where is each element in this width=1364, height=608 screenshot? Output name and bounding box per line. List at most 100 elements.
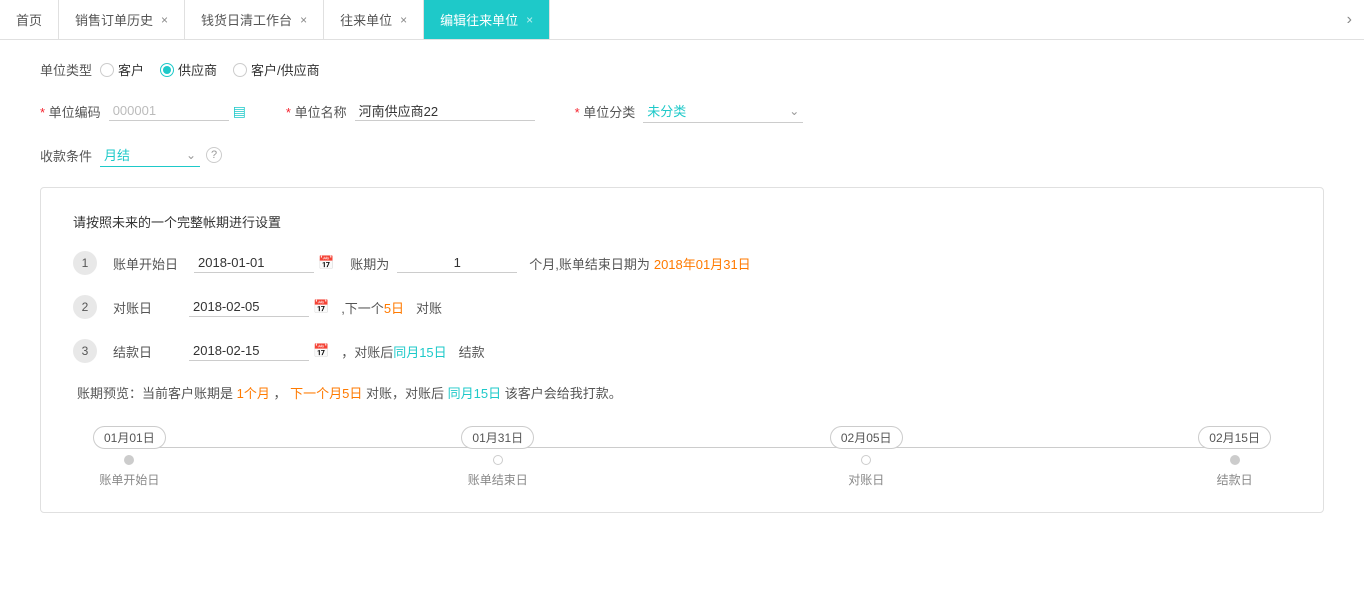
- timeline-sub-4: 结款日: [1217, 471, 1253, 488]
- row-2-prefix: ,下一个: [341, 298, 384, 317]
- payment-date-input[interactable]: [189, 341, 309, 361]
- timeline-badge-4: 02月15日: [1198, 426, 1271, 449]
- timeline-point-4: 02月15日 结款日: [1198, 426, 1271, 488]
- row-3-highlight: 同月15日: [393, 342, 446, 361]
- row-num-2: 2: [73, 295, 97, 319]
- row-label-2: 对账日: [113, 298, 173, 317]
- unit-name-label: 单位名称: [286, 102, 347, 121]
- radio-customer-label: 客户: [118, 60, 144, 79]
- preview-suffix: 该客户会给我打款。: [505, 386, 622, 401]
- row-1-end-date: 2018年01月31日: [654, 254, 751, 273]
- unit-category-group: 单位分类 未分类 ⌄: [575, 99, 804, 123]
- timeline-dot-1: [124, 455, 134, 465]
- timeline-point-2: 01月31日 账单结束日: [461, 426, 534, 488]
- row-num-3: 3: [73, 339, 97, 363]
- setting-row-1: 1 账单开始日 📅 账期为 个月,账单结束日期为 2018年01月31日: [73, 251, 1291, 275]
- row-3-prefix: ，对账后: [341, 342, 393, 361]
- radio-customer-circle: [100, 63, 114, 77]
- tab-sales-history-close[interactable]: ×: [161, 13, 168, 27]
- reconcile-date-calendar-icon[interactable]: 📅: [313, 299, 329, 315]
- row-1-mid-label: 账期为: [350, 254, 389, 273]
- tab-more-button[interactable]: ›: [1335, 11, 1364, 29]
- unit-code-label: 单位编码: [40, 102, 101, 121]
- row-2-suffix: 对账: [416, 298, 442, 317]
- payment-terms-row: 收款条件 月结 ⌄ ?: [40, 143, 1324, 167]
- radio-both-label: 客户/供应商: [251, 60, 320, 79]
- radio-supplier-label: 供应商: [178, 60, 217, 79]
- content-area: 单位类型 客户 供应商 客户/供应商 单位编码 ▤ 单位名称: [0, 40, 1364, 608]
- payment-terms-label: 收款条件: [40, 146, 92, 165]
- unit-category-select[interactable]: 未分类 ⌄: [643, 99, 803, 123]
- preview-part1: 1个月: [237, 386, 270, 401]
- tab-partners-close[interactable]: ×: [400, 13, 407, 27]
- timeline-sub-2: 账单结束日: [468, 471, 528, 488]
- row-label-1: 账单开始日: [113, 254, 178, 273]
- unit-fields-row: 单位编码 ▤ 单位名称 单位分类 未分类 ⌄: [40, 99, 1324, 123]
- tab-sales-history-label: 销售订单历史: [75, 10, 153, 29]
- tab-sales-history[interactable]: 销售订单历史 ×: [59, 0, 185, 39]
- unit-type-label: 单位类型: [40, 60, 92, 79]
- tab-edit-partner-label: 编辑往来单位: [440, 10, 518, 29]
- reconcile-date-input[interactable]: [189, 297, 309, 317]
- timeline-line: [113, 447, 1251, 448]
- row-3-suffix: 结款: [459, 342, 485, 361]
- tab-edit-partner[interactable]: 编辑往来单位 ×: [424, 0, 550, 39]
- start-date-input[interactable]: [194, 253, 314, 273]
- settings-box: 请按照未来的一个完整帐期进行设置 1 账单开始日 📅 账期为 个月,账单结束日期…: [40, 187, 1324, 513]
- timeline-point-1: 01月01日 账单开始日: [93, 426, 166, 488]
- tab-home-label: 首页: [16, 10, 42, 29]
- setting-row-2: 2 对账日 📅 ,下一个 5日 对账: [73, 295, 1291, 319]
- tab-cash-reconcile-label: 钱货日清工作台: [201, 10, 292, 29]
- start-date-calendar-icon[interactable]: 📅: [318, 255, 334, 271]
- row-num-1: 1: [73, 251, 97, 275]
- row-1-desc: 个月,账单结束日期为: [529, 254, 650, 273]
- unit-name-input[interactable]: [355, 101, 535, 121]
- timeline-badge-2: 01月31日: [461, 426, 534, 449]
- unit-category-value: 未分类: [647, 101, 789, 120]
- tab-partners[interactable]: 往来单位 ×: [324, 0, 424, 39]
- payment-terms-select[interactable]: 月结 ⌄: [100, 143, 200, 167]
- radio-supplier[interactable]: 供应商: [160, 60, 217, 79]
- preview-mid: 对账，对账后: [366, 386, 444, 401]
- tab-edit-partner-close[interactable]: ×: [526, 13, 533, 27]
- timeline-badge-1: 01月01日: [93, 426, 166, 449]
- payment-terms-value: 月结: [104, 145, 186, 164]
- radio-customer[interactable]: 客户: [100, 60, 144, 79]
- preview-comma: ，: [274, 386, 287, 401]
- unit-name-group: 单位名称: [286, 101, 535, 121]
- radio-supplier-circle: [160, 63, 174, 77]
- unit-code-icon[interactable]: ▤: [233, 103, 246, 120]
- setting-row-3: 3 结款日 📅 ，对账后 同月15日 结款: [73, 339, 1291, 363]
- tab-cash-reconcile-close[interactable]: ×: [300, 13, 307, 27]
- timeline-dot-4: [1230, 455, 1240, 465]
- timeline: 01月01日 账单开始日 01月31日 账单结束日 02月05日: [73, 426, 1291, 488]
- unit-code-group: 单位编码 ▤: [40, 101, 246, 121]
- preview-prefix: 账期预览：当前客户账期是: [77, 386, 233, 401]
- unit-category-label: 单位分类: [575, 102, 636, 121]
- timeline-sub-3: 对账日: [848, 471, 884, 488]
- timeline-dot-3: [861, 455, 871, 465]
- unit-code-input[interactable]: [109, 101, 229, 121]
- tab-cash-reconcile[interactable]: 钱货日清工作台 ×: [185, 0, 324, 39]
- payment-terms-arrow-icon: ⌄: [186, 148, 196, 162]
- radio-both-circle: [233, 63, 247, 77]
- unit-category-arrow-icon: ⌄: [789, 104, 799, 118]
- radio-both[interactable]: 客户/供应商: [233, 60, 320, 79]
- timeline-point-3: 02月05日 对账日: [830, 426, 903, 488]
- tabs-bar: 首页 销售订单历史 × 钱货日清工作台 × 往来单位 × 编辑往来单位 × ›: [0, 0, 1364, 40]
- month-input[interactable]: [397, 253, 517, 273]
- preview-text: 账期预览：当前客户账期是 1个月 ， 下一个月5日 对账，对账后 同月15日 该…: [73, 383, 1291, 402]
- timeline-dot-2: [493, 455, 503, 465]
- timeline-points: 01月01日 账单开始日 01月31日 账单结束日 02月05日: [93, 426, 1271, 488]
- tab-partners-label: 往来单位: [340, 10, 392, 29]
- preview-part3: 同月15日: [448, 386, 501, 401]
- timeline-badge-3: 02月05日: [830, 426, 903, 449]
- preview-part2: 下一个月5日: [290, 386, 362, 401]
- row-label-3: 结款日: [113, 342, 173, 361]
- tab-home[interactable]: 首页: [0, 0, 59, 39]
- row-2-highlight: 5日: [384, 298, 404, 317]
- unit-type-radio-group: 客户 供应商 客户/供应商: [100, 60, 320, 79]
- help-icon[interactable]: ?: [206, 147, 222, 163]
- timeline-sub-1: 账单开始日: [99, 471, 159, 488]
- payment-date-calendar-icon[interactable]: 📅: [313, 343, 329, 359]
